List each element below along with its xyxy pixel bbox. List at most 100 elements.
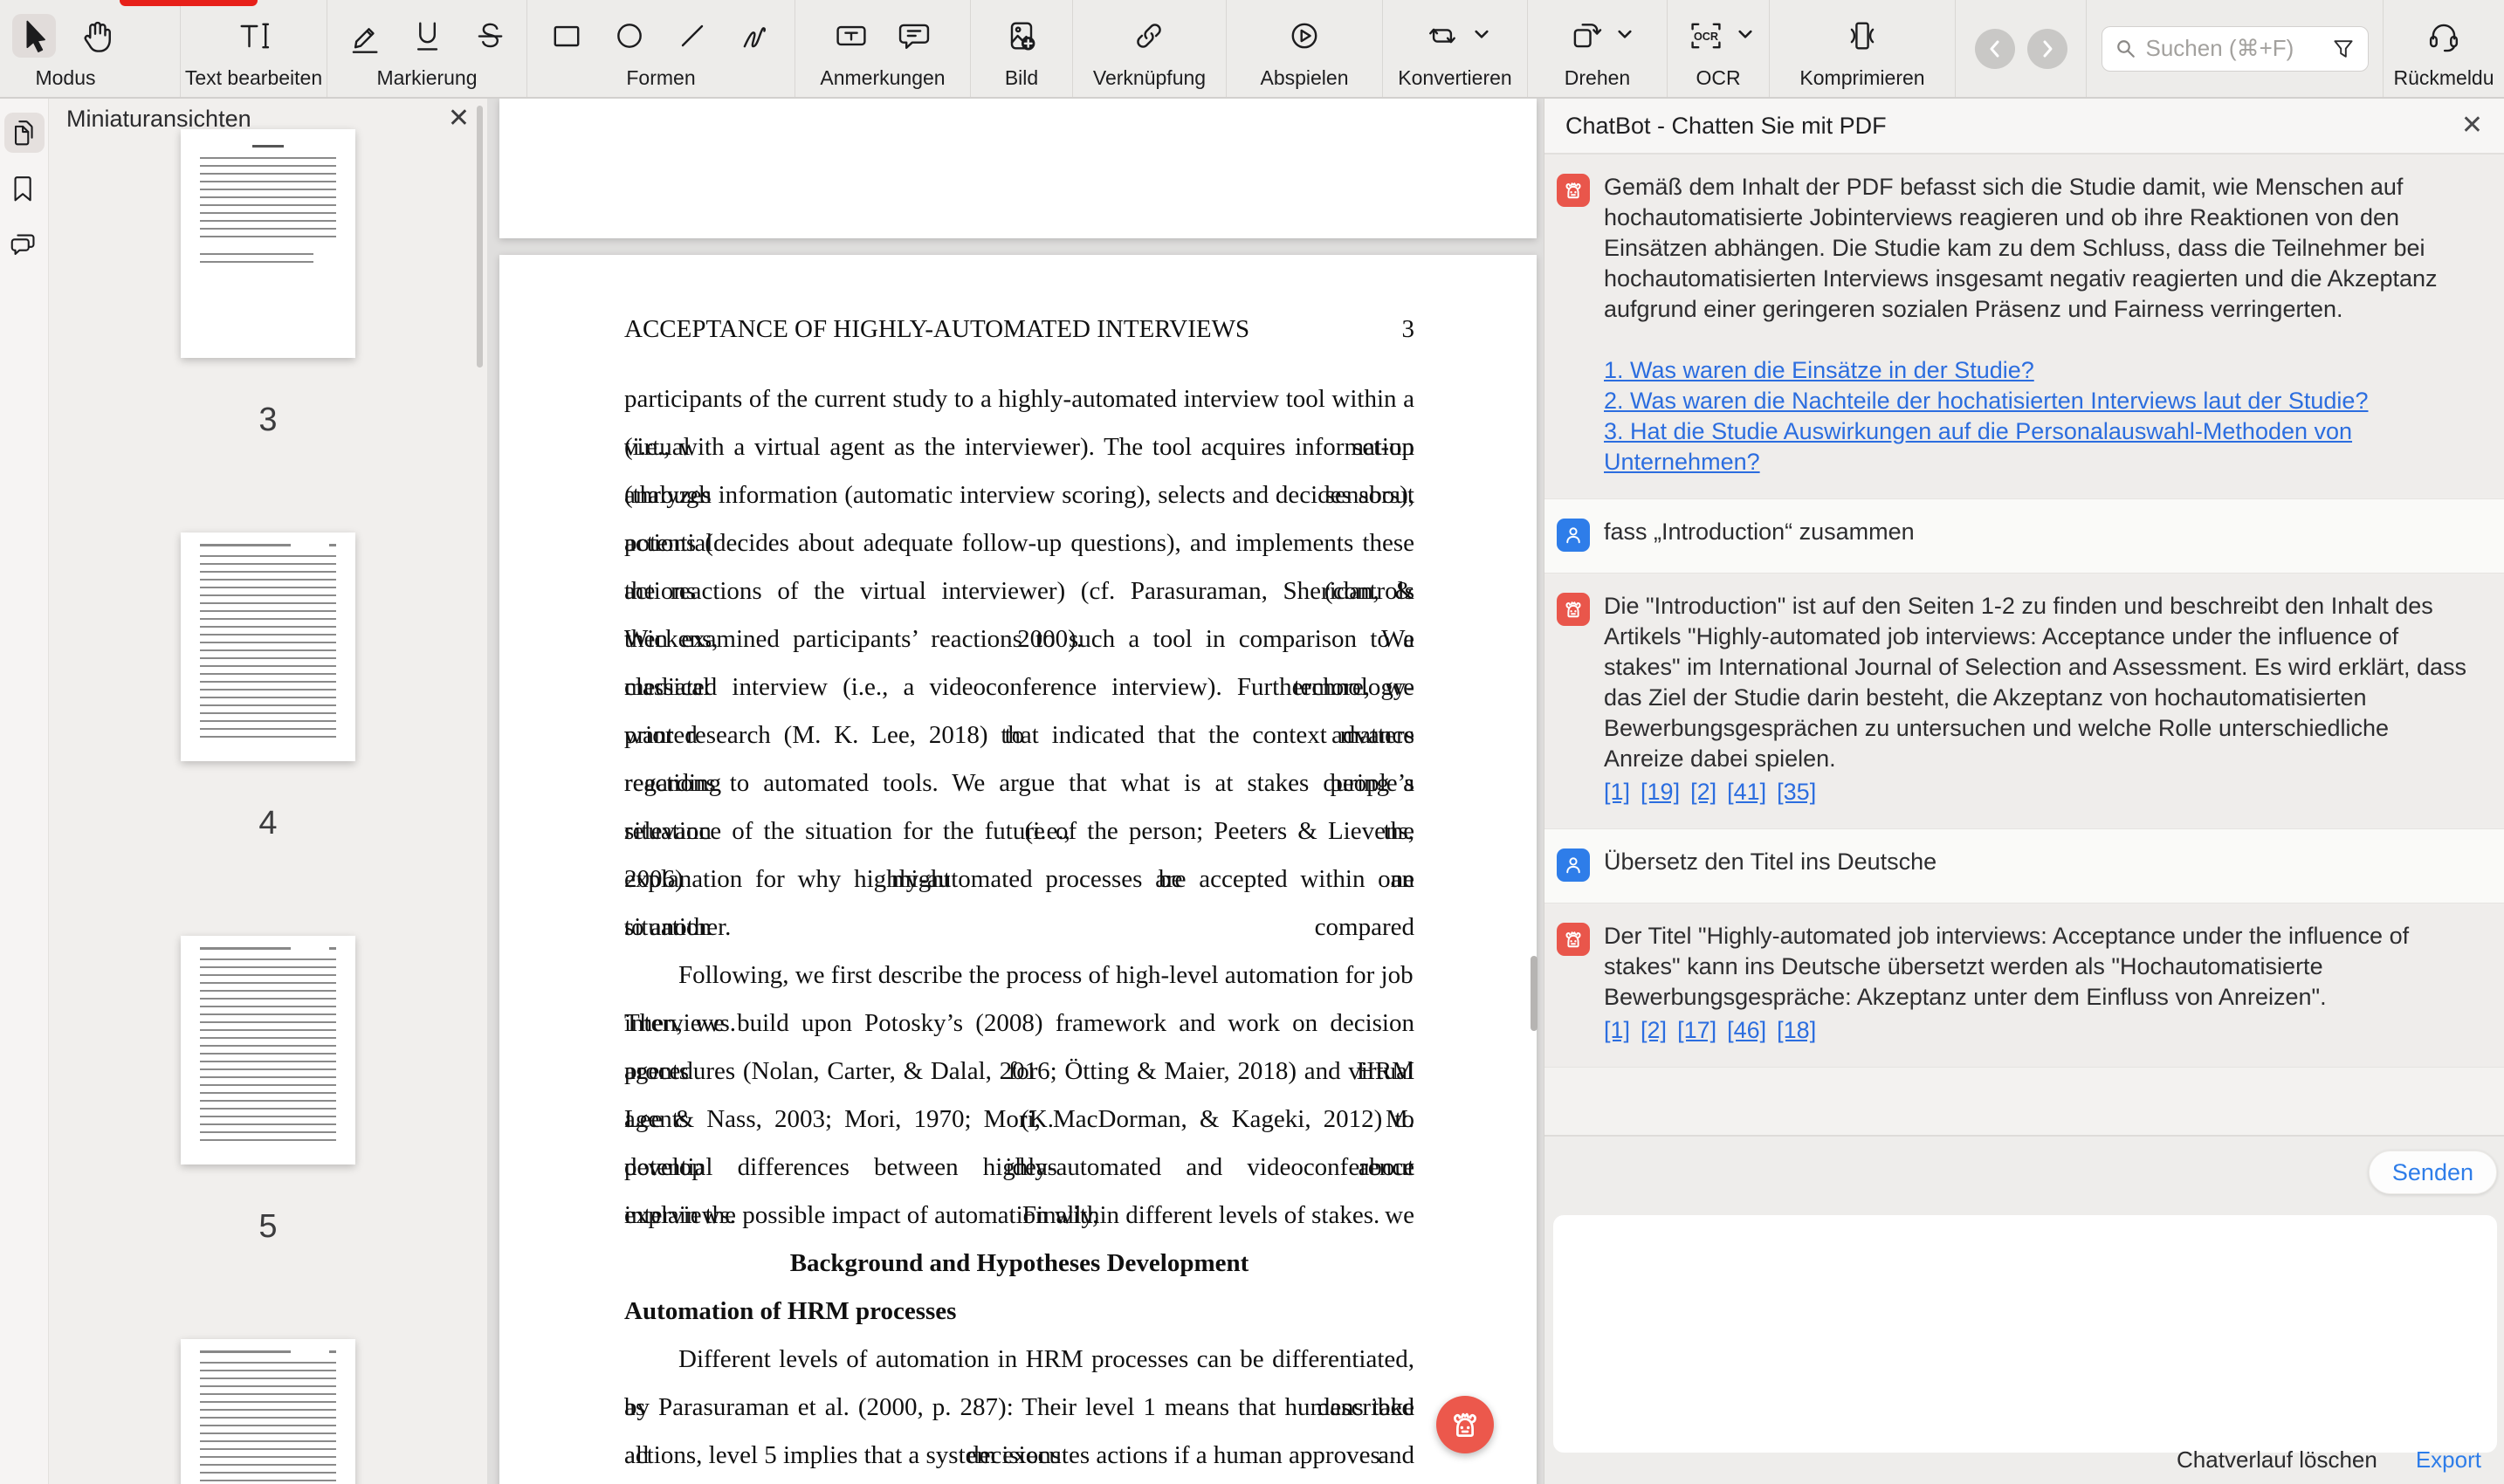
page-entry: 5 — [49, 936, 487, 1248]
toolbar-group-modus: Modus — [0, 0, 181, 97]
document-text-line: actions, level 5 implies that a system e… — [624, 1432, 1414, 1480]
scribble-icon[interactable] — [733, 14, 777, 58]
running-head: ACCEPTANCE OF HIGHLY-AUTOMATED INTERVIEW… — [624, 311, 1249, 347]
sidebar-scrollbar[interactable] — [477, 106, 483, 368]
followup-question-link[interactable]: 1. Was waren die Einsätze in der Studie? — [1604, 355, 2469, 386]
back-icon[interactable] — [1975, 29, 2015, 69]
document-text-line: Following, we first describe the process… — [624, 952, 1414, 1000]
play-icon[interactable] — [1283, 14, 1326, 58]
rotate-icon[interactable] — [1564, 14, 1607, 58]
citation-link[interactable]: [19] — [1641, 779, 1680, 805]
chat-message: Der Titel "Highly-automated job intervie… — [1544, 903, 2504, 1068]
followup-question-link[interactable]: 3. Hat die Studie Auswirkungen auf die P… — [1604, 416, 2469, 477]
toolbar-group-label: Drehen — [1565, 68, 1630, 88]
chat-message: Übersetz den Titel ins Deutsche — [1544, 829, 2504, 903]
document-scrollbar[interactable] — [1531, 956, 1537, 1031]
close-icon[interactable]: ✕ — [448, 106, 470, 132]
chat-message: Die "Introduction" ist auf den Seiten 1-… — [1544, 574, 2504, 829]
image-add-icon[interactable] — [1000, 14, 1043, 58]
citation-link[interactable]: [17] — [1677, 1017, 1716, 1043]
feedback-button[interactable]: Rückmeldu — [2384, 0, 2504, 97]
search-box[interactable] — [2102, 26, 2369, 72]
search-area — [2087, 0, 2384, 97]
citation-links: [1] [19] [2] [41] [35] — [1604, 777, 2469, 807]
thumbnail-text-preview — [200, 1362, 336, 1484]
comments-icon[interactable] — [4, 224, 45, 265]
send-button[interactable]: Senden — [2369, 1151, 2497, 1194]
compress-icon[interactable] — [1840, 14, 1884, 58]
page-thumbnail[interactable] — [181, 936, 355, 1165]
forward-icon[interactable] — [2027, 29, 2067, 69]
thumbnail-text-preview — [252, 145, 284, 148]
citation-link[interactable]: [2] — [1641, 1017, 1667, 1043]
hand-icon[interactable] — [75, 14, 119, 58]
export-button[interactable]: Export — [2416, 1446, 2481, 1474]
ellipse-icon[interactable] — [608, 14, 651, 58]
message-body: Gemäß dem Inhalt der PDF befasst sich di… — [1604, 172, 2469, 477]
chatbot-fab[interactable] — [1436, 1396, 1494, 1453]
toolbar-group-label: Komprimieren — [1799, 68, 1924, 88]
toolbar-group-label: Abspielen — [1260, 68, 1348, 88]
chat-input[interactable] — [1553, 1215, 2497, 1453]
composer-footer: Chatverlauf löschen Export — [1544, 1440, 2504, 1479]
document-text-line: (i.e., with a virtual agent as the inter… — [624, 423, 1414, 471]
citation-link[interactable]: [18] — [1777, 1017, 1816, 1043]
left-icon-rail — [0, 99, 49, 1484]
text-box-icon[interactable] — [829, 14, 873, 58]
thumbnail-text-preview — [200, 1350, 291, 1353]
message-body: Die "Introduction" ist auf den Seiten 1-… — [1604, 591, 2469, 807]
ocr-icon[interactable]: OCR — [1684, 14, 1728, 58]
citation-link[interactable]: [46] — [1727, 1017, 1766, 1043]
message-body: fass „Introduction“ zusammen — [1604, 517, 2469, 552]
page-thumbnail[interactable] — [181, 532, 355, 761]
chat-message: Gemäß dem Inhalt der PDF befasst sich di… — [1544, 155, 2504, 499]
cursor-arrow-icon[interactable] — [12, 14, 56, 58]
link-icon[interactable] — [1127, 14, 1171, 58]
robot-icon — [1560, 596, 1586, 622]
document-text-line: Then, we build upon Potosky’s (2008) fra… — [624, 1000, 1414, 1048]
search-input[interactable] — [2146, 35, 2322, 62]
line-icon[interactable] — [671, 14, 714, 58]
toolbar-group-play: Abspielen — [1227, 0, 1383, 97]
thumbnails-icon[interactable] — [4, 113, 45, 153]
rectangle-icon[interactable] — [545, 14, 588, 58]
chat-composer: Senden Chatverlauf löschen Export — [1544, 1135, 2504, 1484]
citation-link[interactable]: [35] — [1777, 779, 1816, 805]
convert-icon[interactable] — [1421, 14, 1464, 58]
strikethrough-icon[interactable] — [468, 14, 512, 58]
toolbar-group-shapes: Formen — [527, 0, 795, 97]
feedback-label: Rückmeldu — [2393, 68, 2494, 88]
document-text-line: Lee & Nass, 2003; Mori, 1970; Mori, MacD… — [624, 1096, 1414, 1144]
page-thumbnail[interactable] — [181, 129, 355, 358]
page-number-label: 3 — [258, 398, 277, 442]
highlighter-icon[interactable] — [342, 14, 386, 58]
thumbnails-panel-header: Miniaturansichten ✕ — [49, 99, 487, 139]
chatbot-title: ChatBot - Chatten Sie mit PDF — [1565, 113, 1887, 140]
citation-link[interactable]: [1] — [1604, 1017, 1630, 1043]
message-body: Übersetz den Titel ins Deutsche — [1604, 847, 2469, 882]
followup-question-link[interactable]: 2. Was waren die Nachteile der hochatisi… — [1604, 386, 2469, 416]
close-icon[interactable]: ✕ — [2461, 113, 2483, 139]
filter-icon[interactable] — [2329, 35, 2357, 63]
previous-page-fragment — [499, 99, 1537, 238]
svg-text:OCR: OCR — [1694, 31, 1718, 43]
text-edit-icon[interactable] — [232, 14, 276, 58]
citation-link[interactable]: [41] — [1727, 779, 1766, 805]
document-text-line: procedures (Nolan, Carter, & Dalal, 2016… — [624, 1048, 1414, 1096]
toolbar-group-convert: Konvertieren — [1383, 0, 1528, 97]
chevron-down-icon — [1747, 28, 1752, 44]
comment-icon[interactable] — [892, 14, 936, 58]
underline-icon[interactable] — [405, 14, 449, 58]
citation-link[interactable]: [2] — [1690, 779, 1716, 805]
message-text: Gemäß dem Inhalt der PDF befasst sich di… — [1604, 172, 2469, 325]
document-header: ACCEPTANCE OF HIGHLY-AUTOMATED INTERVIEW… — [624, 311, 1414, 347]
document-text-line: then examined participants’ reactions to… — [624, 615, 1414, 663]
thumbnail-text-preview — [200, 958, 336, 1144]
clear-chat-button[interactable]: Chatverlauf löschen — [2177, 1446, 2377, 1474]
thumbnail-text-preview — [329, 544, 336, 546]
bookmark-icon[interactable] — [4, 168, 45, 209]
page-thumbnail[interactable] — [181, 1339, 355, 1484]
message-text: Übersetz den Titel ins Deutsche — [1604, 847, 2469, 877]
message-avatar — [1557, 519, 1590, 552]
citation-link[interactable]: [1] — [1604, 779, 1630, 805]
